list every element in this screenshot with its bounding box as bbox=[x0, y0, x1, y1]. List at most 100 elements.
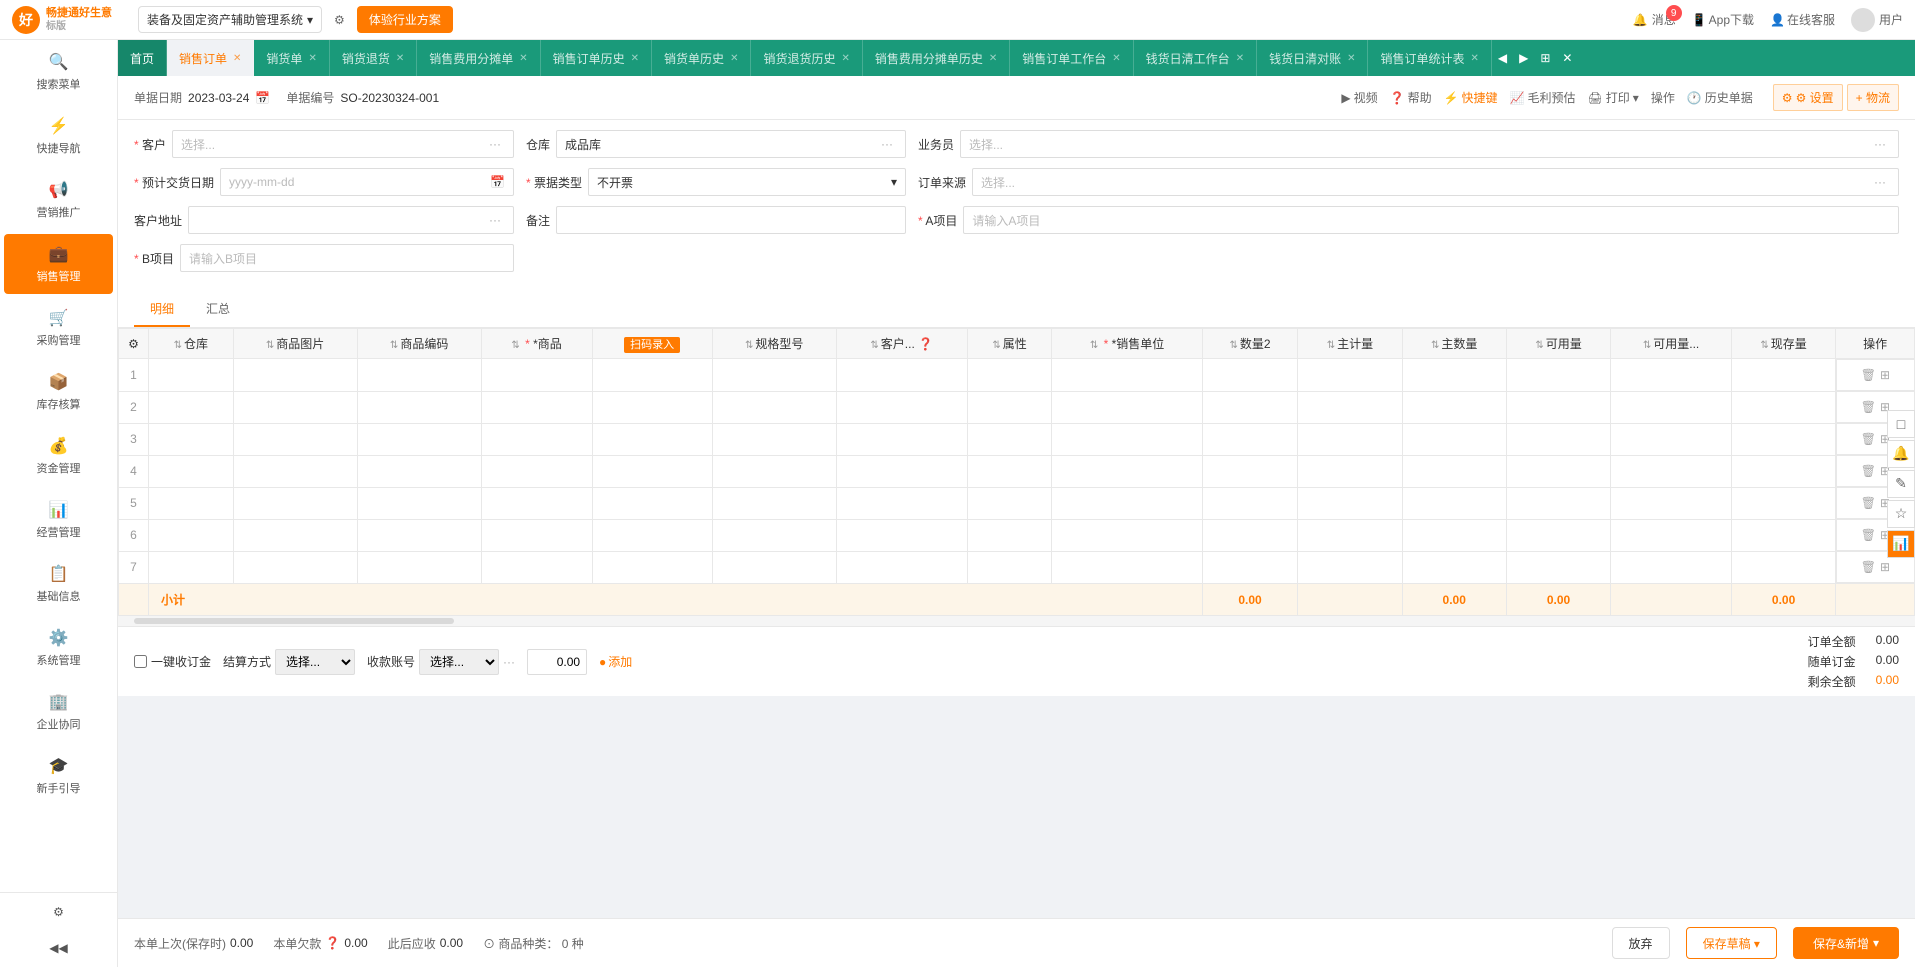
save-draft-button[interactable]: 保存草稿 ▾ bbox=[1686, 927, 1777, 959]
delete-icon[interactable]: 🗑 bbox=[1861, 464, 1876, 478]
copy-icon[interactable]: ⊞ bbox=[1880, 368, 1890, 382]
help-btn[interactable]: ❓ 帮助 bbox=[1390, 89, 1432, 106]
tab-close-icon[interactable]: ✕ bbox=[1236, 53, 1244, 64]
sort-icon[interactable]: ⇅ bbox=[1229, 340, 1237, 351]
app-download-link[interactable]: 📱 App下载 bbox=[1692, 11, 1754, 28]
tab-sales-bill-history[interactable]: 销货单历史 ✕ bbox=[652, 40, 751, 76]
staff-input[interactable]: 选择... ··· bbox=[960, 130, 1899, 158]
tab-sales-expense-history[interactable]: 销售费用分摊单历史 ✕ bbox=[863, 40, 1010, 76]
col-scan-input[interactable]: 扫码录入 bbox=[592, 329, 712, 359]
sidebar-item-operations[interactable]: 📊 经营管理 bbox=[4, 490, 113, 550]
tab-close-icon[interactable]: ✕ bbox=[308, 53, 316, 64]
tab-close-icon[interactable]: ✕ bbox=[519, 53, 527, 64]
float-btn-3[interactable]: ✎ bbox=[1887, 470, 1915, 498]
scroll-area[interactable] bbox=[118, 616, 1915, 626]
tab-close-icon[interactable]: ✕ bbox=[730, 53, 738, 64]
sidebar-item-search[interactable]: 🔍 搜索菜单 bbox=[4, 42, 113, 102]
tab-close-icon[interactable]: ✕ bbox=[841, 53, 849, 64]
tab-close-icon[interactable]: ✕ bbox=[631, 53, 639, 64]
delete-icon[interactable]: 🗑 bbox=[1861, 368, 1876, 382]
more-icon[interactable]: ··· bbox=[877, 137, 897, 151]
b-project-input[interactable]: 请输入B项目 bbox=[180, 244, 514, 272]
help-icon[interactable]: ❓ bbox=[918, 337, 933, 351]
sort-icon[interactable]: ⇅ bbox=[266, 340, 274, 351]
float-btn-1[interactable]: □ bbox=[1887, 410, 1915, 438]
tab-nav-expand[interactable]: ⊞ bbox=[1534, 40, 1556, 76]
settings-panel-btn[interactable]: ⚙ ⚙ 设置 bbox=[1773, 84, 1843, 111]
delete-icon[interactable]: 🗑 bbox=[1861, 432, 1876, 446]
tab-nav-close-all[interactable]: ✕ bbox=[1556, 40, 1578, 76]
tab-close-icon[interactable]: ✕ bbox=[233, 53, 241, 64]
sort-icon[interactable]: ⇅ bbox=[1643, 340, 1651, 351]
customer-address-input[interactable]: ··· bbox=[188, 206, 514, 234]
calendar-icon[interactable]: 📅 bbox=[255, 91, 270, 105]
tab-nav-next[interactable]: ▶ bbox=[1513, 40, 1534, 76]
user-area[interactable]: 用户 bbox=[1851, 8, 1903, 32]
discard-button[interactable]: 放弃 bbox=[1612, 927, 1670, 959]
sidebar-settings-btn[interactable]: ⚙ bbox=[4, 895, 113, 929]
calendar-icon[interactable]: 📅 bbox=[490, 175, 505, 189]
sort-icon[interactable]: ⇅ bbox=[1760, 340, 1768, 351]
tab-sales-order[interactable]: 销售订单 ✕ bbox=[167, 40, 254, 76]
help-icon[interactable]: ❓ bbox=[325, 936, 340, 950]
more-icon[interactable]: ··· bbox=[1870, 175, 1890, 189]
profit-btn[interactable]: 📈 毛利预估 bbox=[1510, 89, 1576, 106]
settings-icon[interactable]: ⚙ bbox=[128, 337, 139, 351]
sidebar-item-enterprise[interactable]: 🏢 企业协同 bbox=[4, 682, 113, 742]
tab-close-icon[interactable]: ✕ bbox=[1347, 53, 1355, 64]
col-settings[interactable]: ⚙ bbox=[119, 329, 149, 359]
order-source-input[interactable]: 选择... ··· bbox=[972, 168, 1899, 196]
delete-icon[interactable]: 🗑 bbox=[1861, 560, 1876, 574]
tab-detail[interactable]: 明细 bbox=[134, 292, 190, 327]
sidebar-item-sales[interactable]: 💼 销售管理 bbox=[4, 234, 113, 294]
add-btn[interactable]: ● 添加 bbox=[599, 653, 632, 670]
note-input[interactable] bbox=[556, 206, 906, 234]
delete-icon[interactable]: 🗑 bbox=[1861, 496, 1876, 510]
tab-sales-return-history[interactable]: 销货退货历史 ✕ bbox=[751, 40, 862, 76]
sidebar-item-guide[interactable]: 🎓 新手引导 bbox=[4, 746, 113, 806]
amount-input[interactable] bbox=[527, 649, 587, 675]
tab-sales-bill[interactable]: 销货单 ✕ bbox=[254, 40, 329, 76]
save-new-button[interactable]: 保存&新增 ▾ bbox=[1793, 927, 1899, 959]
delete-icon[interactable]: 🗑 bbox=[1861, 528, 1876, 542]
tab-sales-stats[interactable]: 销售订单统计表 ✕ bbox=[1368, 40, 1491, 76]
sidebar-item-system[interactable]: ⚙️ 系统管理 bbox=[4, 618, 113, 678]
sidebar-item-basic-info[interactable]: 📋 基础信息 bbox=[4, 554, 113, 614]
settings-gear-icon[interactable]: ⚙ bbox=[330, 9, 349, 31]
sidebar-item-finance[interactable]: 💰 资金管理 bbox=[4, 426, 113, 486]
sidebar-item-inventory[interactable]: 📦 库存核算 bbox=[4, 362, 113, 422]
tab-cash-reconcile[interactable]: 钱货日清对账 ✕ bbox=[1257, 40, 1368, 76]
float-btn-4[interactable]: ☆ bbox=[1887, 500, 1915, 528]
sort-icon[interactable]: ⇅ bbox=[870, 340, 878, 351]
sidebar-item-quick-nav[interactable]: ⚡ 快捷导航 bbox=[4, 106, 113, 166]
one-click-checkbox-input[interactable] bbox=[134, 655, 147, 668]
invoice-select[interactable]: 不开票 ▾ bbox=[588, 168, 906, 196]
tab-home[interactable]: 首页 bbox=[118, 40, 167, 76]
sort-icon[interactable]: ⇅ bbox=[1327, 340, 1335, 351]
tab-close-icon[interactable]: ✕ bbox=[989, 53, 997, 64]
settlement-select[interactable]: 选择... bbox=[275, 649, 355, 675]
operations-btn[interactable]: 操作 bbox=[1651, 89, 1675, 106]
a-project-input[interactable]: 请输入A项目 bbox=[963, 206, 1899, 234]
float-btn-5[interactable]: 📊 bbox=[1887, 530, 1915, 558]
sidebar-item-purchase[interactable]: 🛒 采购管理 bbox=[4, 298, 113, 358]
one-click-checkbox[interactable]: 一键收订金 bbox=[134, 653, 211, 670]
more-icon[interactable]: ··· bbox=[485, 137, 505, 151]
warehouse-input[interactable]: 成品库 ··· bbox=[556, 130, 906, 158]
sidebar-item-marketing[interactable]: 📢 营销推广 bbox=[4, 170, 113, 230]
notification-area[interactable]: 🔔 消息 9 bbox=[1633, 11, 1676, 28]
history-btn[interactable]: 🕐 历史单据 bbox=[1687, 89, 1753, 106]
more-icon[interactable]: ··· bbox=[1870, 137, 1890, 151]
tab-sales-order-history[interactable]: 销售订单历史 ✕ bbox=[541, 40, 652, 76]
tab-close-icon[interactable]: ✕ bbox=[1112, 53, 1120, 64]
tab-sales-return[interactable]: 销货退货 ✕ bbox=[330, 40, 417, 76]
delete-icon[interactable]: 🗑 bbox=[1861, 400, 1876, 414]
account-select[interactable]: 选择... bbox=[419, 649, 499, 675]
tab-close-icon[interactable]: ✕ bbox=[1471, 53, 1479, 64]
solution-button[interactable]: 体验行业方案 bbox=[357, 6, 453, 33]
tab-summary[interactable]: 汇总 bbox=[190, 292, 246, 327]
view-video-btn[interactable]: ▶ 视频 bbox=[1341, 89, 1377, 106]
delivery-date-input[interactable]: yyyy-mm-dd 📅 bbox=[220, 168, 514, 196]
shortcut-btn[interactable]: ⚡ 快捷键 bbox=[1444, 89, 1498, 106]
sort-icon[interactable]: ⇅ bbox=[1431, 340, 1439, 351]
